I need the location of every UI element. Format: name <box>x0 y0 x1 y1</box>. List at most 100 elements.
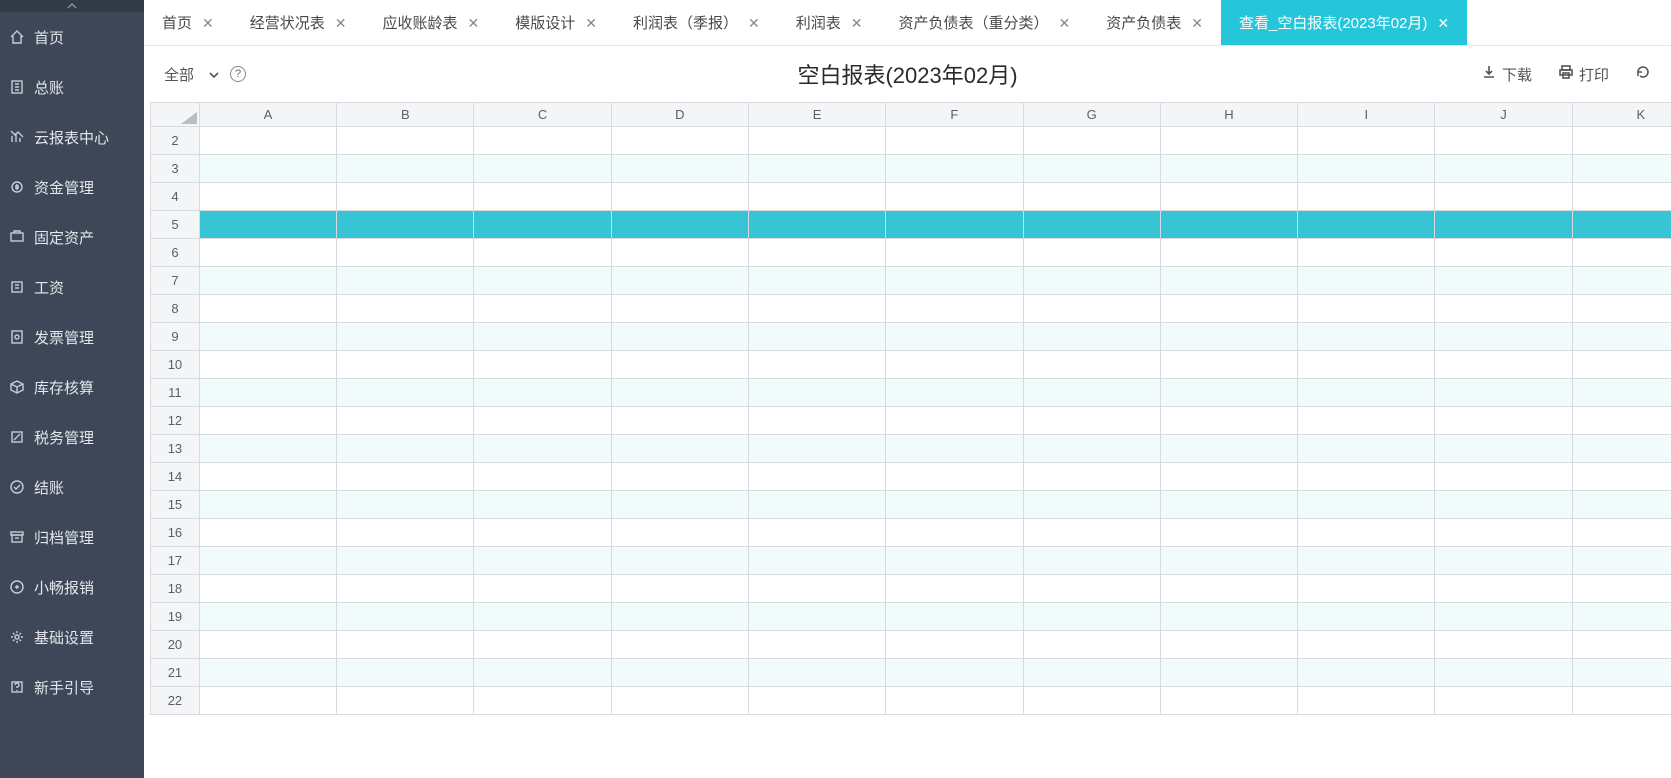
cell-C17[interactable] <box>474 547 611 575</box>
row-header-16[interactable]: 16 <box>151 519 200 547</box>
row-header-10[interactable]: 10 <box>151 351 200 379</box>
cell-E4[interactable] <box>748 183 885 211</box>
cell-D15[interactable] <box>611 491 748 519</box>
cell-J19[interactable] <box>1435 603 1572 631</box>
cell-I19[interactable] <box>1298 603 1435 631</box>
cell-B6[interactable] <box>337 239 474 267</box>
sidebar-item-2[interactable]: 云报表中心 <box>0 112 144 162</box>
cell-H14[interactable] <box>1160 463 1297 491</box>
cell-B11[interactable] <box>337 379 474 407</box>
cell-J16[interactable] <box>1435 519 1572 547</box>
cell-C10[interactable] <box>474 351 611 379</box>
cell-F15[interactable] <box>886 491 1023 519</box>
cell-J15[interactable] <box>1435 491 1572 519</box>
cell-E14[interactable] <box>748 463 885 491</box>
tab-2[interactable]: 应收账龄表✕ <box>365 0 498 45</box>
cell-G2[interactable] <box>1023 127 1160 155</box>
cell-F11[interactable] <box>886 379 1023 407</box>
sidebar-item-12[interactable]: 基础设置 <box>0 612 144 662</box>
spreadsheet[interactable]: ABCDEFGHIJK23456789101112131415161718192… <box>144 102 1671 778</box>
cell-A14[interactable] <box>199 463 336 491</box>
sidebar-item-13[interactable]: 新手引导 <box>0 662 144 712</box>
cell-G15[interactable] <box>1023 491 1160 519</box>
cell-E6[interactable] <box>748 239 885 267</box>
print-button[interactable]: 打印 <box>1558 64 1609 85</box>
cell-J13[interactable] <box>1435 435 1572 463</box>
col-header-F[interactable]: F <box>886 103 1023 127</box>
select-all-cell[interactable] <box>151 103 200 127</box>
cell-D16[interactable] <box>611 519 748 547</box>
cell-G14[interactable] <box>1023 463 1160 491</box>
cell-F16[interactable] <box>886 519 1023 547</box>
cell-K9[interactable] <box>1572 323 1671 351</box>
cell-K11[interactable] <box>1572 379 1671 407</box>
cell-B22[interactable] <box>337 687 474 715</box>
cell-E15[interactable] <box>748 491 885 519</box>
tab-0[interactable]: 首页✕ <box>144 0 232 45</box>
cell-K6[interactable] <box>1572 239 1671 267</box>
cell-C11[interactable] <box>474 379 611 407</box>
cell-C14[interactable] <box>474 463 611 491</box>
cell-C8[interactable] <box>474 295 611 323</box>
sidebar-scroll-up[interactable] <box>0 0 144 12</box>
cell-B20[interactable] <box>337 631 474 659</box>
row-header-20[interactable]: 20 <box>151 631 200 659</box>
cell-K21[interactable] <box>1572 659 1671 687</box>
cell-C22[interactable] <box>474 687 611 715</box>
cell-B8[interactable] <box>337 295 474 323</box>
col-header-D[interactable]: D <box>611 103 748 127</box>
close-icon[interactable]: ✕ <box>1191 16 1203 30</box>
cell-I20[interactable] <box>1298 631 1435 659</box>
cell-A8[interactable] <box>199 295 336 323</box>
row-header-4[interactable]: 4 <box>151 183 200 211</box>
cell-I15[interactable] <box>1298 491 1435 519</box>
sidebar-item-10[interactable]: 归档管理 <box>0 512 144 562</box>
cell-J6[interactable] <box>1435 239 1572 267</box>
cell-J12[interactable] <box>1435 407 1572 435</box>
cell-G12[interactable] <box>1023 407 1160 435</box>
cell-H20[interactable] <box>1160 631 1297 659</box>
cell-F14[interactable] <box>886 463 1023 491</box>
cell-H15[interactable] <box>1160 491 1297 519</box>
filter-select[interactable]: 全部 <box>164 64 220 85</box>
tab-5[interactable]: 利润表✕ <box>778 0 881 45</box>
cell-B2[interactable] <box>337 127 474 155</box>
close-icon[interactable]: ✕ <box>202 16 214 30</box>
row-header-21[interactable]: 21 <box>151 659 200 687</box>
cell-F8[interactable] <box>886 295 1023 323</box>
cell-G3[interactable] <box>1023 155 1160 183</box>
cell-G17[interactable] <box>1023 547 1160 575</box>
cell-I22[interactable] <box>1298 687 1435 715</box>
cell-A12[interactable] <box>199 407 336 435</box>
cell-E2[interactable] <box>748 127 885 155</box>
cell-C9[interactable] <box>474 323 611 351</box>
cell-B17[interactable] <box>337 547 474 575</box>
cell-B5[interactable] <box>337 211 474 239</box>
cell-C15[interactable] <box>474 491 611 519</box>
sidebar-item-7[interactable]: 库存核算 <box>0 362 144 412</box>
cell-K5[interactable] <box>1572 211 1671 239</box>
cell-A3[interactable] <box>199 155 336 183</box>
cell-G6[interactable] <box>1023 239 1160 267</box>
tab-8[interactable]: 查看_空白报表(2023年02月)✕ <box>1221 0 1467 45</box>
cell-A20[interactable] <box>199 631 336 659</box>
cell-G19[interactable] <box>1023 603 1160 631</box>
sidebar-item-3[interactable]: 资金管理 <box>0 162 144 212</box>
col-header-G[interactable]: G <box>1023 103 1160 127</box>
cell-E12[interactable] <box>748 407 885 435</box>
cell-K18[interactable] <box>1572 575 1671 603</box>
cell-E7[interactable] <box>748 267 885 295</box>
cell-I10[interactable] <box>1298 351 1435 379</box>
cell-F13[interactable] <box>886 435 1023 463</box>
cell-H12[interactable] <box>1160 407 1297 435</box>
cell-E20[interactable] <box>748 631 885 659</box>
cell-I12[interactable] <box>1298 407 1435 435</box>
cell-H16[interactable] <box>1160 519 1297 547</box>
cell-I6[interactable] <box>1298 239 1435 267</box>
sidebar-item-9[interactable]: 结账 <box>0 462 144 512</box>
sidebar-item-8[interactable]: 税务管理 <box>0 412 144 462</box>
cell-I14[interactable] <box>1298 463 1435 491</box>
cell-D19[interactable] <box>611 603 748 631</box>
cell-C16[interactable] <box>474 519 611 547</box>
cell-H19[interactable] <box>1160 603 1297 631</box>
